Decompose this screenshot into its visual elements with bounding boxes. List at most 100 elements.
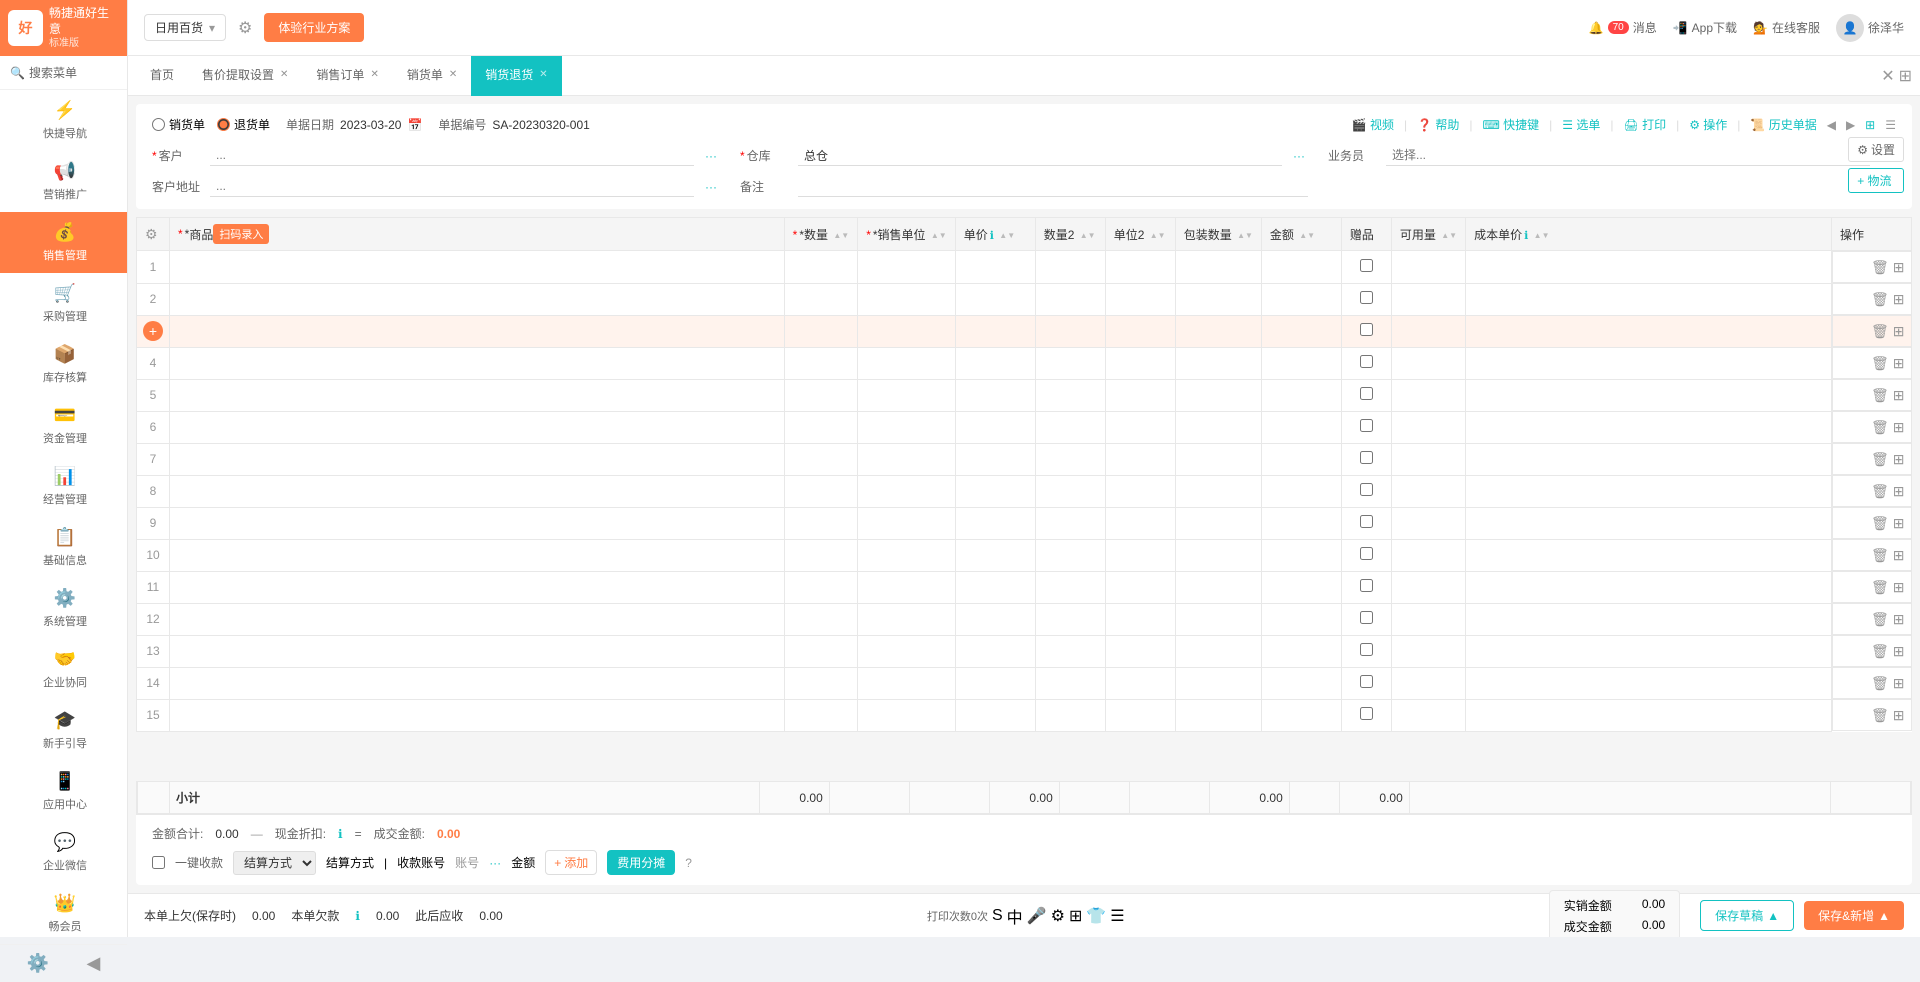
settings-small-icon[interactable]: ⚙ [1051,906,1065,926]
sidebar-item-app-center[interactable]: 📱 应用中心 [0,761,127,822]
sidebar-item-member[interactable]: 👑 畅会员 [0,883,127,944]
notification-item[interactable]: 🔔 70 消息 [1589,19,1657,36]
gift-checkbox-11[interactable] [1360,579,1373,592]
unit-sort-icon[interactable]: ▲▼ [931,231,947,240]
copy-row-btn-5[interactable]: ⊞ [1893,387,1905,404]
shirt-icon[interactable]: 👕 [1086,906,1106,926]
tab-sales-close-icon[interactable]: ✕ [449,69,457,80]
sidebar-item-inventory[interactable]: 📦 库存核算 [0,334,127,395]
delete-row-btn-7[interactable]: 🗑 [1871,451,1889,468]
customer-picker-icon[interactable]: ··· [702,146,720,166]
tab-price-close-icon[interactable]: ✕ [280,69,288,80]
video-link[interactable]: 🎬 视频 [1352,116,1394,133]
operate-link[interactable]: ⚙ 操作 [1689,116,1727,133]
sidebar-item-purchase[interactable]: 🛒 采购管理 [0,273,127,334]
experience-btn[interactable]: 体验行业方案 [264,13,364,42]
gift-checkbox-8[interactable] [1360,483,1373,496]
calc-method-select[interactable]: 结算方式 [233,851,316,875]
gift-checkbox-1[interactable] [1360,259,1373,272]
gift-checkbox-13[interactable] [1360,643,1373,656]
help-link[interactable]: ❓ 帮助 [1417,116,1459,133]
shortcut-link[interactable]: ⌨ 快捷键 [1483,116,1540,133]
settings-gear-icon[interactable]: ⚙️ [27,953,49,974]
table-gear-icon[interactable]: ⚙ [145,226,158,242]
delete-row-btn-1[interactable]: 🗑 [1871,259,1889,276]
add-row-btn[interactable]: + [143,321,163,341]
gift-checkbox-10[interactable] [1360,547,1373,560]
sidebar-item-basic-info[interactable]: 📋 基础信息 [0,517,127,578]
cn-icon[interactable]: 中 [1007,904,1023,928]
gift-checkbox-3[interactable] [1360,323,1373,336]
price-info-icon[interactable]: ℹ [990,230,994,242]
category-select[interactable]: 日用百货 ▾ [144,14,226,41]
account-picker-icon[interactable]: ··· [489,856,501,870]
price-sort-icon[interactable]: ▲▼ [999,231,1015,240]
fee-help-icon[interactable]: ? [685,856,692,870]
print-link[interactable]: 🖨 打印 [1624,116,1667,133]
one-click-payment-checkbox[interactable] [152,856,165,869]
sidebar-item-marketing[interactable]: 📢 营销推广 [0,151,127,212]
unit2-sort-icon[interactable]: ▲▼ [1150,231,1166,240]
add-payment-btn[interactable]: + 添加 [545,850,597,875]
save-draft-btn[interactable]: 保存草稿 ▲ [1700,900,1794,931]
gift-checkbox-2[interactable] [1360,291,1373,304]
amount-sort-icon[interactable]: ▲▼ [1299,231,1315,240]
customer-input[interactable] [210,145,694,166]
gift-checkbox-15[interactable] [1360,707,1373,720]
sidebar-item-wechat[interactable]: 💬 企业微信 [0,822,127,883]
copy-row-btn-11[interactable]: ⊞ [1893,579,1905,596]
history-link[interactable]: 📜 历史单据 [1750,116,1816,133]
sogou-icon[interactable]: S [992,907,1003,925]
gift-checkbox-7[interactable] [1360,451,1373,464]
delete-row-btn-10[interactable]: 🗑 [1871,547,1889,564]
collapse-icon[interactable]: ◀ [86,953,100,974]
gift-checkbox-6[interactable] [1360,419,1373,432]
copy-row-btn-7[interactable]: ⊞ [1893,451,1905,468]
salesperson-input[interactable] [1386,145,1870,166]
tab-sales[interactable]: 销货单 ✕ [393,56,471,96]
warehouse-input[interactable] [798,145,1282,166]
prev-icon[interactable]: ◀ [1827,118,1836,132]
table-icon[interactable]: ⊞ [1069,906,1082,926]
detail-view-icon[interactable]: ☰ [1885,118,1896,132]
copy-row-btn-4[interactable]: ⊞ [1893,355,1905,372]
sidebar-item-operations[interactable]: 📊 经营管理 [0,456,127,517]
delete-row-btn-13[interactable]: 🗑 [1871,643,1889,660]
logistics-btn[interactable]: + 物流 [1848,168,1904,193]
online-service-item[interactable]: 💁 在线客服 [1753,19,1820,36]
debt-info-icon[interactable]: ℹ [355,909,360,923]
settings-btn[interactable]: ⚙ 设置 [1848,137,1904,162]
copy-row-btn-2[interactable]: ⊞ [1893,291,1905,308]
app-download-item[interactable]: 📲 App下载 [1673,19,1737,36]
gift-checkbox-12[interactable] [1360,611,1373,624]
delete-row-btn-3[interactable]: 🗑 [1871,323,1889,340]
delete-row-btn-11[interactable]: 🗑 [1871,579,1889,596]
mic-icon[interactable]: 🎤 [1027,906,1047,926]
delete-row-btn-2[interactable]: 🗑 [1871,291,1889,308]
scan-input-btn[interactable]: 扫码录入 [213,224,269,244]
gift-checkbox-4[interactable] [1360,355,1373,368]
copy-row-btn-8[interactable]: ⊞ [1893,483,1905,500]
tab-sales-order[interactable]: 销售订单 ✕ [302,56,392,96]
gift-checkbox-5[interactable] [1360,387,1373,400]
warehouse-picker-icon[interactable]: ··· [1290,146,1308,166]
copy-row-btn-1[interactable]: ⊞ [1893,259,1905,276]
gift-checkbox-14[interactable] [1360,675,1373,688]
copy-row-btn-10[interactable]: ⊞ [1893,547,1905,564]
user-profile-item[interactable]: 👤 徐泽华 [1836,14,1904,42]
topbar-gear-icon[interactable]: ⚙ [238,18,252,38]
delete-row-btn-14[interactable]: 🗑 [1871,675,1889,692]
delete-row-btn-6[interactable]: 🗑 [1871,419,1889,436]
pkg-qty-sort-icon[interactable]: ▲▼ [1237,231,1253,240]
copy-row-btn-12[interactable]: ⊞ [1893,611,1905,628]
copy-row-btn-3[interactable]: ⊞ [1893,323,1905,340]
tab-sales-order-close-icon[interactable]: ✕ [370,69,378,80]
copy-row-btn-6[interactable]: ⊞ [1893,419,1905,436]
tab-return[interactable]: 销货退货 ✕ [471,56,561,96]
calendar-icon[interactable]: 📅 [407,118,422,132]
available-sort-icon[interactable]: ▲▼ [1441,231,1457,240]
delete-row-btn-5[interactable]: 🗑 [1871,387,1889,404]
tab-return-close-icon[interactable]: ✕ [539,69,547,80]
table-container[interactable]: ⚙ * 商品 扫码录入 *数量 [136,217,1912,781]
copy-row-btn-13[interactable]: ⊞ [1893,643,1905,660]
